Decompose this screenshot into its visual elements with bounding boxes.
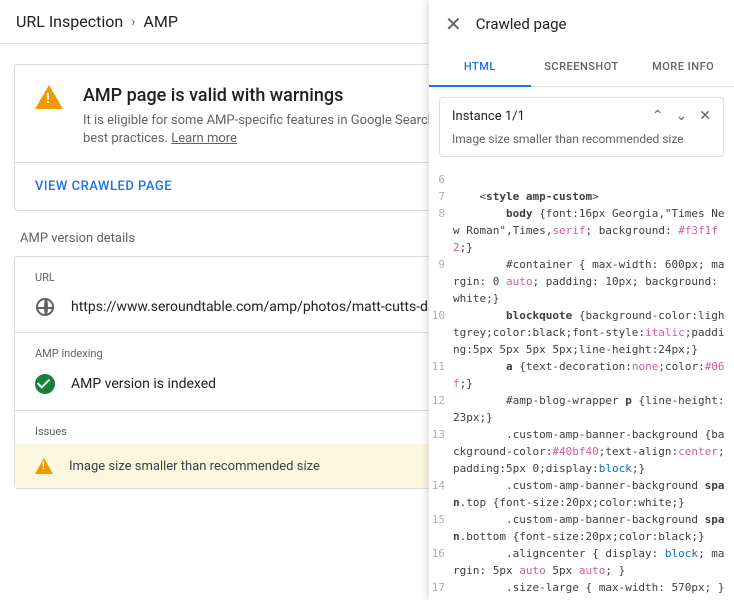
breadcrumb-root[interactable]: URL Inspection bbox=[16, 12, 123, 31]
close-instance-icon[interactable]: ✕ bbox=[699, 108, 711, 124]
issue-text: Image size smaller than recommended size bbox=[69, 459, 320, 474]
indexing-value: AMP version is indexed bbox=[71, 376, 216, 392]
close-icon[interactable]: ✕ bbox=[445, 14, 462, 34]
tab-screenshot[interactable]: SCREENSHOT bbox=[531, 48, 633, 86]
tab-more-info[interactable]: MORE INFO bbox=[632, 48, 734, 86]
source-code[interactable]: 6 7 <style amp-custom> 8 body {font:16px… bbox=[429, 167, 734, 600]
side-panel: ✕ Crawled page HTML SCREENSHOT MORE INFO… bbox=[429, 0, 734, 600]
panel-tabs: HTML SCREENSHOT MORE INFO bbox=[429, 48, 734, 87]
prev-instance-icon[interactable]: ⌃ bbox=[652, 108, 664, 124]
breadcrumb-current: AMP bbox=[143, 12, 178, 31]
instance-box: Instance 1/1 ⌃ ⌄ ✕ Image size smaller th… bbox=[439, 97, 724, 157]
check-icon bbox=[35, 374, 55, 394]
view-crawled-page-button[interactable]: VIEW CRAWLED PAGE bbox=[35, 179, 172, 194]
warning-icon bbox=[35, 458, 53, 474]
learn-more-link[interactable]: Learn more bbox=[171, 131, 237, 146]
chevron-right-icon: › bbox=[131, 14, 135, 30]
instance-title: Instance 1/1 bbox=[452, 109, 525, 124]
globe-icon bbox=[35, 298, 55, 316]
instance-subtitle: Image size smaller than recommended size bbox=[452, 132, 711, 146]
panel-title: Crawled page bbox=[476, 15, 567, 33]
tab-html[interactable]: HTML bbox=[429, 48, 531, 87]
next-instance-icon[interactable]: ⌄ bbox=[676, 108, 688, 124]
warning-icon bbox=[35, 85, 63, 148]
